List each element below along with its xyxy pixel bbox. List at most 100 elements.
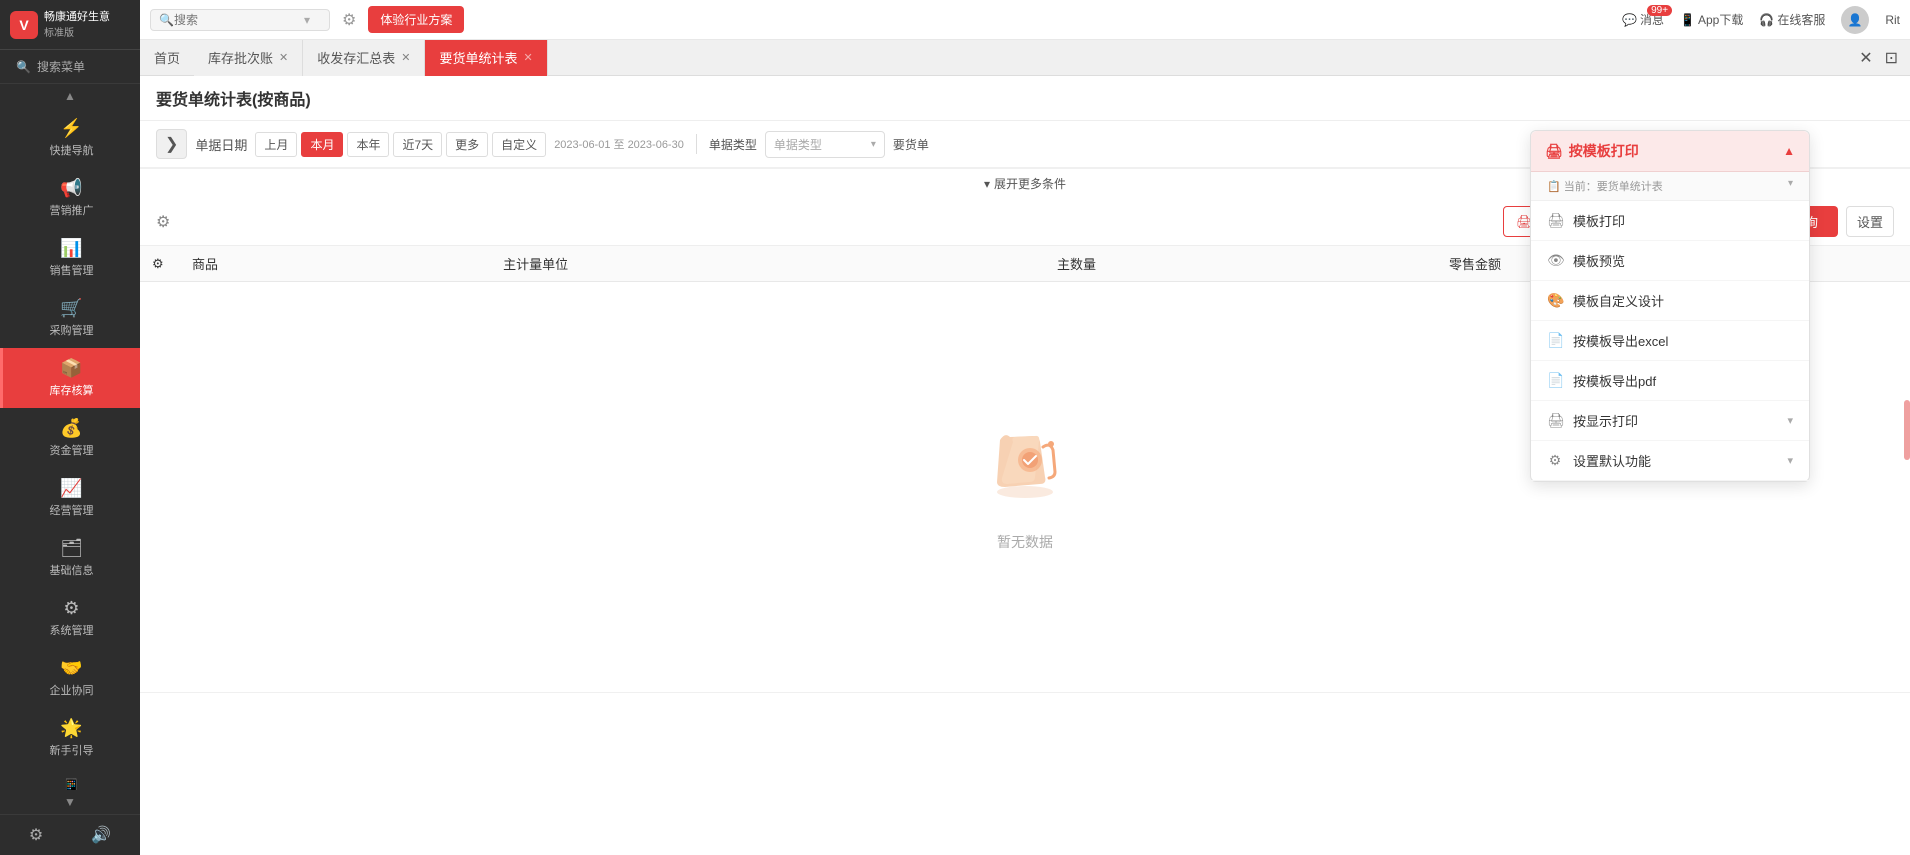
custom-date-button[interactable]: 自定义 [492, 132, 546, 157]
template-export-excel-item[interactable]: 📄 按模板导出excel [1531, 321, 1809, 361]
topbar-search-icon: 🔍 [159, 13, 174, 27]
expand-more-icon: ▾ [984, 177, 990, 191]
settings-outline-button[interactable]: 设置 [1846, 206, 1894, 237]
base-info-icon: 🗂 [60, 538, 83, 559]
sales-icon: 📊 [60, 238, 82, 259]
tab-home[interactable]: 首页 [140, 40, 194, 76]
set-default-chevron: ▾ [1787, 454, 1793, 467]
guide-icon: 🌟 [60, 718, 82, 739]
page-header: 要货单统计表(按商品) [140, 76, 1910, 121]
table-settings-button[interactable]: ⚙ [156, 212, 170, 232]
sidebar-item-inventory[interactable]: 📦 库存核算 [0, 348, 140, 408]
current-template-icon: 📋 [1547, 181, 1561, 193]
tab-order-stats-close[interactable]: ✕ [524, 51, 533, 64]
sidebar-scroll-down[interactable]: ▼ [0, 790, 140, 814]
topbar-search-area[interactable]: 🔍 ▾ [150, 9, 330, 31]
display-print-item[interactable]: 🖨 按显示打印 ▾ [1531, 401, 1809, 441]
tab-inventory-batch[interactable]: 库存批次账 ✕ [194, 40, 303, 76]
dropdown-collapse-icon[interactable]: ▲ [1783, 144, 1795, 158]
date-range-display: 2023-06-01 至 2023-06-30 [554, 136, 684, 152]
marketing-icon: 📢 [60, 178, 82, 199]
template-print-icon: 🖨 [1547, 212, 1563, 229]
more-date-button[interactable]: 更多 [446, 132, 488, 157]
tab-order-stats[interactable]: 要货单统计表 ✕ [425, 40, 547, 76]
sidebar-item-enterprise[interactable]: 🤝 企业协同 [0, 648, 140, 708]
sidebar-item-guide[interactable]: 🌟 新手引导 [0, 708, 140, 768]
tab-inventory-batch-close[interactable]: ✕ [279, 51, 288, 64]
filter-divider [696, 134, 697, 154]
sidebar-item-marketing[interactable]: 📢 营销推广 [0, 168, 140, 228]
topbar-gear-icon[interactable]: ⚙ [342, 10, 356, 30]
online-service-item[interactable]: 🎧 在线客服 [1759, 11, 1825, 28]
empty-text: 暂无数据 [997, 532, 1053, 552]
sidebar-item-quick-nav[interactable]: ⚡ 快捷导航 [0, 108, 140, 168]
sound-bottom-icon[interactable]: 🔊 [91, 825, 111, 845]
sidebar-item-system[interactable]: ⚙ 系统管理 [0, 588, 140, 648]
last-7days-button[interactable]: 近7天 [393, 132, 442, 157]
date-filter-label: 单据日期 [195, 135, 247, 154]
sidebar-item-operations[interactable]: 📈 经营管理 [0, 468, 140, 528]
tab-receipt-summary[interactable]: 收发存汇总表 ✕ [303, 40, 425, 76]
template-print-item[interactable]: 🖨 模板打印 [1531, 201, 1809, 241]
sidebar-logo: V 畅康通好生意 标准版 [0, 0, 140, 50]
tab-actions: ✕ ⊡ [1847, 46, 1910, 70]
printer-header-icon: 🖨 [1545, 143, 1563, 160]
display-print-chevron: ▾ [1787, 414, 1793, 427]
display-print-left: 🖨 按显示打印 [1547, 411, 1638, 430]
display-print-icon: 🖨 [1547, 412, 1563, 429]
table-header-quantity: 主数量 [1045, 246, 1437, 282]
print-dropdown-header: 🖨 按模板打印 ▲ [1531, 131, 1809, 172]
filter-date-group: 上月 本月 本年 近7天 更多 自定义 [255, 132, 546, 157]
app-download-item[interactable]: 📱 App下载 [1680, 11, 1743, 28]
sidebar-item-app-center[interactable]: 📱 应用中心 [0, 768, 140, 790]
current-year-button[interactable]: 本年 [347, 132, 389, 157]
username-label: Rit [1885, 13, 1900, 27]
topbar-search-input[interactable] [174, 13, 304, 27]
app-center-icon: 📱 [60, 778, 82, 790]
order-goods-label: 要货单 [893, 136, 929, 153]
order-type-select[interactable]: 单据类型 ▾ [765, 131, 885, 158]
current-month-button[interactable]: 本月 [301, 132, 343, 157]
operations-icon: 📈 [60, 478, 82, 499]
messages-item[interactable]: 💬 消息 99+ [1622, 11, 1664, 28]
template-preview-icon: 👁 [1547, 252, 1563, 269]
message-badge: 99+ [1647, 5, 1672, 16]
sidebar-item-purchase[interactable]: 🛒 采购管理 [0, 288, 140, 348]
try-solution-button[interactable]: 体验行业方案 [368, 6, 464, 33]
search-icon: 🔍 [16, 60, 31, 74]
empty-icon [985, 422, 1065, 516]
headset-icon: 🎧 [1759, 13, 1774, 27]
tab-close-all-button[interactable]: ✕ [1857, 46, 1874, 70]
sidebar-item-sales[interactable]: 📊 销售管理 [0, 228, 140, 288]
right-scrollbar[interactable] [1904, 400, 1910, 460]
dropdown-current-label: 📋 当前：要货单统计表 ▾ [1531, 172, 1809, 201]
topbar-right: 💬 消息 99+ 📱 App下载 🎧 在线客服 👤 Rit [1622, 6, 1900, 34]
inventory-icon: 📦 [60, 358, 82, 379]
sidebar-item-base-info[interactable]: 🗂 基础信息 [0, 528, 140, 588]
prev-month-button[interactable]: 上月 [255, 132, 297, 157]
template-export-pdf-item[interactable]: 📄 按模板导出pdf [1531, 361, 1809, 401]
tab-receipt-summary-close[interactable]: ✕ [401, 51, 410, 64]
topbar-dropdown-icon[interactable]: ▾ [304, 13, 310, 27]
sidebar-scroll-up[interactable]: ▲ [0, 84, 140, 108]
logo-icon: V [10, 11, 38, 39]
settings-bottom-icon[interactable]: ⚙ [29, 825, 43, 845]
template-preview-item[interactable]: 👁 模板预览 [1531, 241, 1809, 281]
phone-icon: 📱 [1680, 13, 1695, 27]
tab-expand-button[interactable]: ⊡ [1883, 46, 1900, 70]
enterprise-icon: 🤝 [60, 658, 82, 679]
template-design-item[interactable]: 🎨 模板自定义设计 [1531, 281, 1809, 321]
filter-toggle-button[interactable]: ❯ [156, 129, 187, 159]
sidebar-search[interactable]: 🔍 搜索菜单 [0, 50, 140, 84]
table-header-settings[interactable]: ⚙ [140, 246, 180, 282]
tab-bar: 首页 库存批次账 ✕ 收发存汇总表 ✕ 要货单统计表 ✕ ✕ ⊡ [140, 40, 1910, 76]
set-default-icon: ⚙ [1547, 452, 1563, 469]
logo-text: 畅康通好生意 标准版 [44, 10, 110, 39]
print-dropdown: 🖨 按模板打印 ▲ 📋 当前：要货单统计表 ▾ 🖨 模板打印 👁 模板预览 🎨 … [1530, 130, 1810, 482]
system-icon: ⚙ [63, 598, 79, 619]
user-avatar[interactable]: 👤 [1841, 6, 1869, 34]
template-design-icon: 🎨 [1547, 292, 1563, 309]
sidebar-item-finance[interactable]: 💰 资金管理 [0, 408, 140, 468]
finance-icon: 💰 [60, 418, 82, 439]
set-default-item[interactable]: ⚙ 设置默认功能 ▾ [1531, 441, 1809, 481]
